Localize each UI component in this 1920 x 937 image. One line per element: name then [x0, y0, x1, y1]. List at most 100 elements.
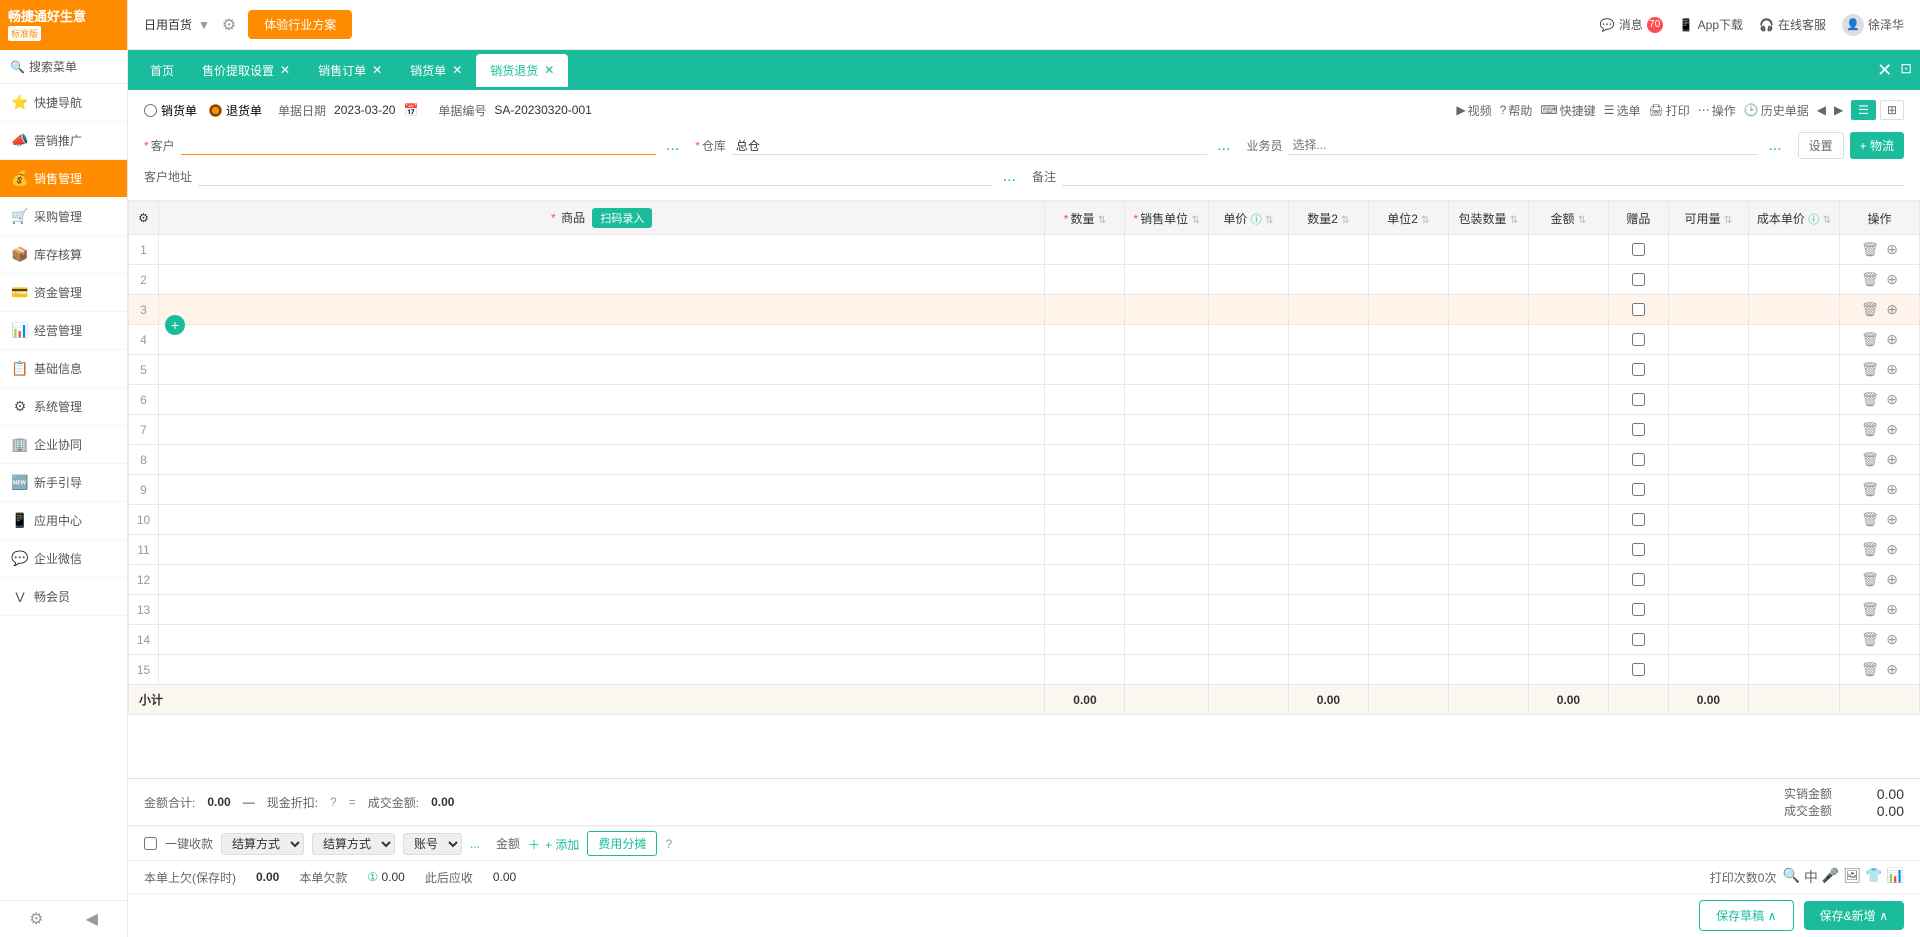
row-amount-6[interactable]: [1528, 385, 1608, 415]
row-product-8[interactable]: [159, 445, 1045, 475]
sidebar-item-enterprise[interactable]: 🏢 企业协同: [0, 426, 127, 464]
row-amount-11[interactable]: [1528, 535, 1608, 565]
pkg-sort-icon[interactable]: ⇅: [1510, 215, 1518, 226]
row-unit-3[interactable]: [1125, 295, 1208, 325]
row-gift-7[interactable]: [1608, 415, 1668, 445]
row-cost-13[interactable]: [1748, 595, 1839, 625]
copy-row-btn-2[interactable]: ⊕: [1884, 269, 1900, 290]
row-cost-1[interactable]: [1748, 235, 1839, 265]
amount-sort-icon[interactable]: ⇅: [1578, 215, 1586, 226]
delete-row-btn-6[interactable]: 🗑: [1859, 389, 1881, 410]
row-qty-1[interactable]: [1045, 235, 1125, 265]
row-amount-15[interactable]: [1528, 655, 1608, 685]
gift-checkbox-5[interactable]: [1632, 363, 1645, 376]
qty2-sort-icon[interactable]: ⇅: [1341, 215, 1349, 226]
row-gift-4[interactable]: [1608, 325, 1668, 355]
row-product-9[interactable]: [159, 475, 1045, 505]
row-cost-14[interactable]: [1748, 625, 1839, 655]
row-unit2-5[interactable]: [1368, 355, 1448, 385]
scan-barcode-btn[interactable]: 扫码录入: [592, 208, 652, 228]
row-qty-5[interactable]: [1045, 355, 1125, 385]
copy-row-btn-11[interactable]: ⊕: [1884, 539, 1900, 560]
product-input-3[interactable]: [165, 303, 1038, 317]
row-avail-7[interactable]: [1668, 415, 1748, 445]
salesperson-input[interactable]: [1288, 136, 1758, 155]
gift-checkbox-14[interactable]: [1632, 633, 1645, 646]
row-cost-6[interactable]: [1748, 385, 1839, 415]
row-avail-1[interactable]: [1668, 235, 1748, 265]
row-qty-15[interactable]: [1045, 655, 1125, 685]
copy-row-btn-6[interactable]: ⊕: [1884, 389, 1900, 410]
sidebar-item-shortcut[interactable]: ⭐ 快捷导航: [0, 84, 127, 122]
row-product-15[interactable]: [159, 655, 1045, 685]
sidebar-item-marketing[interactable]: 📣 营销推广: [0, 122, 127, 160]
gift-checkbox-8[interactable]: [1632, 453, 1645, 466]
row-amount-5[interactable]: [1528, 355, 1608, 385]
topbar-message[interactable]: 💬 消息 70: [1600, 16, 1663, 33]
row-product-5[interactable]: [159, 355, 1045, 385]
row-unit-12[interactable]: [1125, 565, 1208, 595]
row-pkg-11[interactable]: [1448, 535, 1528, 565]
row-unit2-13[interactable]: [1368, 595, 1448, 625]
settlement-method-select[interactable]: 结算方式: [221, 833, 304, 855]
settings-btn[interactable]: 设置: [1798, 132, 1844, 159]
radio-sale-invoice-input[interactable]: [144, 104, 157, 117]
sidebar-item-inventory[interactable]: 📦 库存核算: [0, 236, 127, 274]
row-qty-13[interactable]: [1045, 595, 1125, 625]
sidebar-item-search[interactable]: 🔍 搜索菜单: [0, 50, 127, 84]
calendar-icon[interactable]: 📅: [403, 103, 418, 117]
row-qty2-6[interactable]: [1288, 385, 1368, 415]
row-unit-8[interactable]: [1125, 445, 1208, 475]
row-avail-3[interactable]: [1668, 295, 1748, 325]
avail-sort-icon[interactable]: ⇅: [1724, 215, 1732, 226]
copy-row-btn-12[interactable]: ⊕: [1884, 569, 1900, 590]
warehouse-select-icon[interactable]: ...: [1217, 137, 1230, 155]
row-pkg-2[interactable]: [1448, 265, 1528, 295]
row-pkg-5[interactable]: [1448, 355, 1528, 385]
delete-row-btn-11[interactable]: 🗑: [1859, 539, 1881, 560]
shirt-icon[interactable]: 👕: [1865, 867, 1882, 887]
row-price-7[interactable]: [1208, 415, 1288, 445]
tab-sales-return[interactable]: 销货退货 ✕: [476, 54, 568, 87]
row-unit-11[interactable]: [1125, 535, 1208, 565]
row-avail-2[interactable]: [1668, 265, 1748, 295]
salesperson-select-icon[interactable]: ...: [1768, 137, 1781, 155]
gift-checkbox-10[interactable]: [1632, 513, 1645, 526]
row-qty2-9[interactable]: [1288, 475, 1368, 505]
row-unit-5[interactable]: [1125, 355, 1208, 385]
delete-row-btn-14[interactable]: 🗑: [1859, 629, 1881, 650]
calc-method-select[interactable]: 结算方式: [312, 833, 395, 855]
row-price-13[interactable]: [1208, 595, 1288, 625]
cost-info-icon[interactable]: ⓘ: [1808, 214, 1819, 226]
delete-row-btn-2[interactable]: 🗑: [1859, 269, 1881, 290]
row-amount-9[interactable]: [1528, 475, 1608, 505]
sidebar-item-sales[interactable]: 💰 销售管理: [0, 160, 127, 198]
tab-sales-order[interactable]: 销售订单 ✕: [304, 54, 396, 87]
price-info-icon[interactable]: ⓘ: [1251, 214, 1262, 226]
row-cost-11[interactable]: [1748, 535, 1839, 565]
delete-row-btn-7[interactable]: 🗑: [1859, 419, 1881, 440]
row-price-5[interactable]: [1208, 355, 1288, 385]
row-price-15[interactable]: [1208, 655, 1288, 685]
row-avail-10[interactable]: [1668, 505, 1748, 535]
delete-row-btn-8[interactable]: 🗑: [1859, 449, 1881, 470]
row-gift-10[interactable]: [1608, 505, 1668, 535]
gift-checkbox-13[interactable]: [1632, 603, 1645, 616]
row-unit2-2[interactable]: [1368, 265, 1448, 295]
th-gear[interactable]: ⚙: [129, 202, 159, 235]
row-gift-9[interactable]: [1608, 475, 1668, 505]
view-grid-btn[interactable]: ⊞: [1880, 100, 1904, 120]
save-new-btn[interactable]: 保存&新增 ∧: [1804, 901, 1904, 930]
row-qty-6[interactable]: [1045, 385, 1125, 415]
row-price-11[interactable]: [1208, 535, 1288, 565]
one-click-payment-checkbox[interactable]: [144, 837, 157, 850]
row-amount-8[interactable]: [1528, 445, 1608, 475]
row-unit-2[interactable]: [1125, 265, 1208, 295]
row-avail-5[interactable]: [1668, 355, 1748, 385]
row-pkg-6[interactable]: [1448, 385, 1528, 415]
copy-row-btn-4[interactable]: ⊕: [1884, 329, 1900, 350]
sidebar-item-appstore[interactable]: 📱 应用中心: [0, 502, 127, 540]
account-select[interactable]: 账号: [403, 833, 462, 855]
row-amount-4[interactable]: [1528, 325, 1608, 355]
view-list-btn[interactable]: ☰: [1851, 100, 1876, 120]
